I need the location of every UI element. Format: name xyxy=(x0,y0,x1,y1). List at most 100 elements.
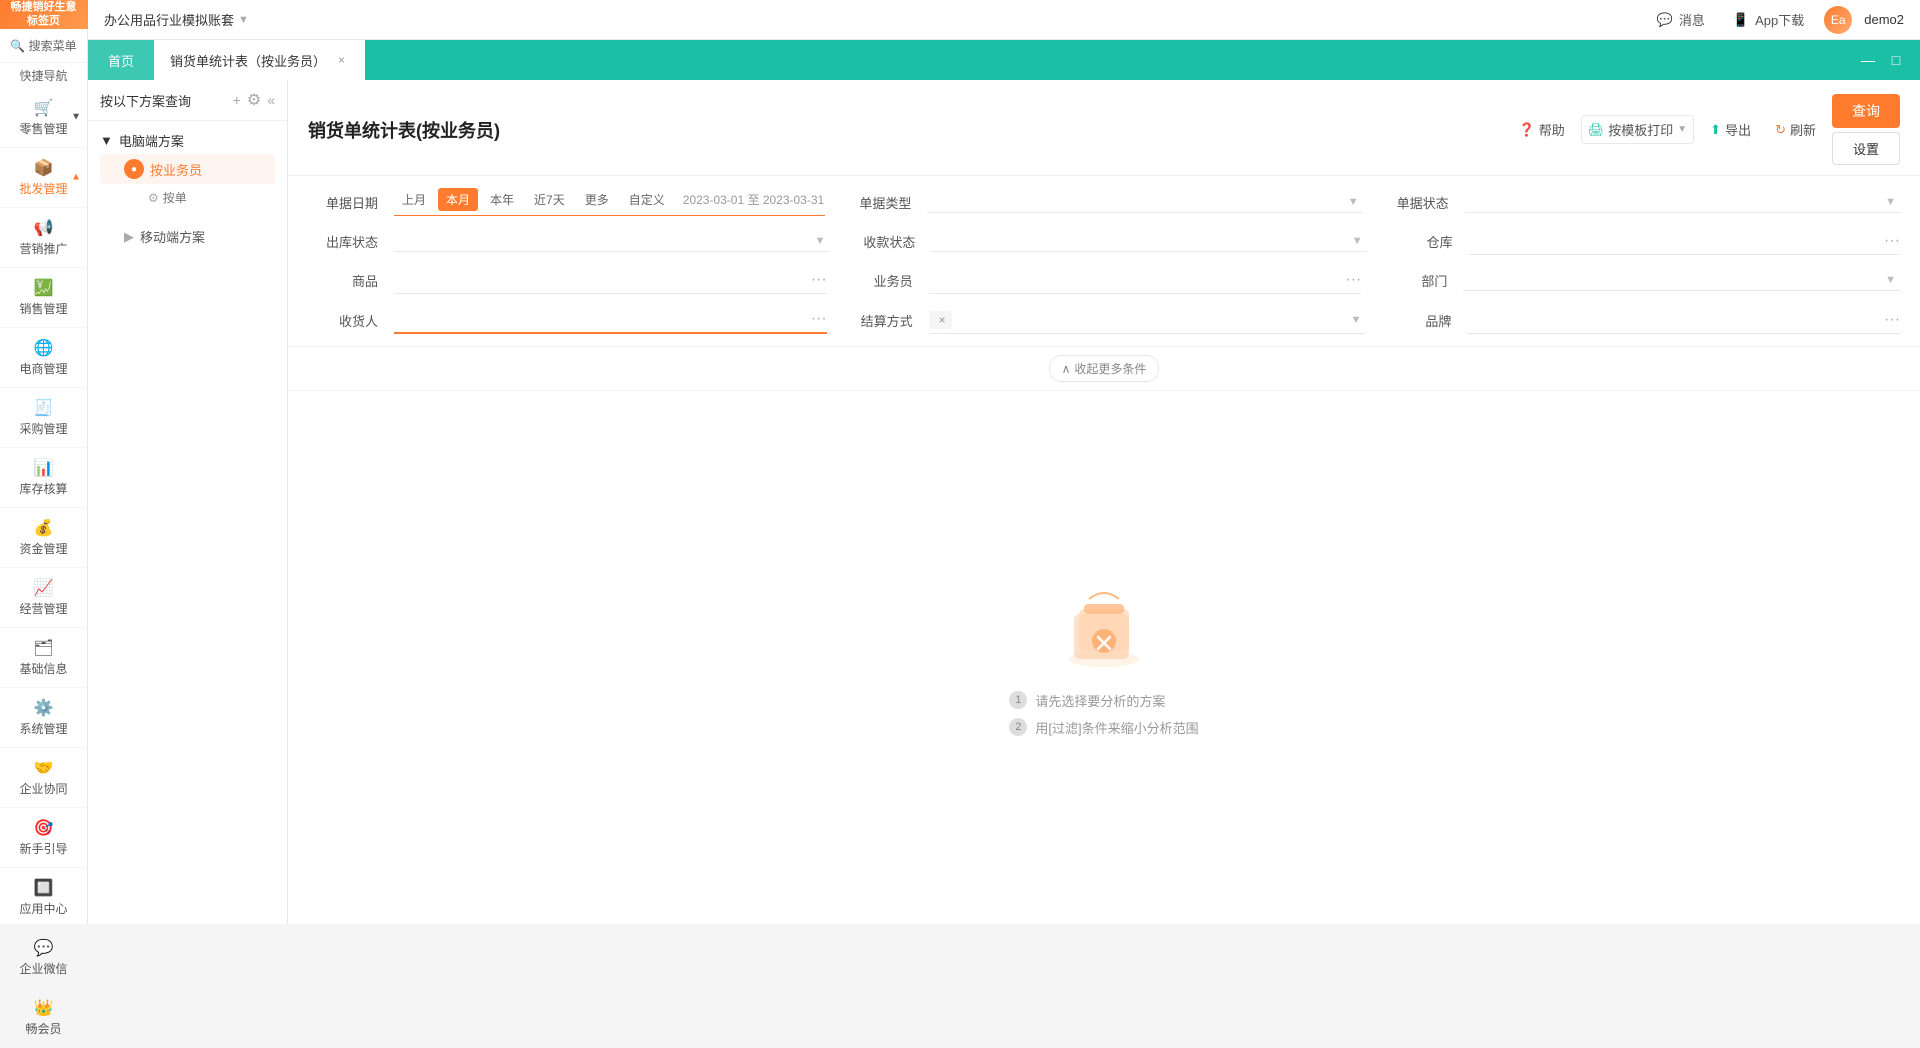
top-header: 办公用品行业模拟账套 ▼ 💬 消息 📱 App下载 Ea demo2 xyxy=(88,0,1920,40)
help-button[interactable]: ❓ 帮助 xyxy=(1511,116,1573,143)
date-label: 单据日期 xyxy=(308,193,378,212)
maximize-button[interactable]: □ xyxy=(1884,48,1908,72)
consignee-label: 收货人 xyxy=(308,311,378,330)
chevron-right-icon: ▶ xyxy=(124,229,134,245)
empty-state: 1 请先选择要分析的方案 2 用[过滤]条件来缩小分析范围 xyxy=(288,391,1920,924)
tab-home[interactable]: 首页 xyxy=(88,40,154,80)
doc-type-label: 单据类型 xyxy=(841,193,911,212)
collapse-button[interactable]: ∧ 收起更多条件 xyxy=(1049,355,1160,382)
date-tab-more[interactable]: 更多 xyxy=(577,188,617,211)
sidebar-item-apps[interactable]: 🔲 应用中心 xyxy=(0,868,87,928)
empty-illustration xyxy=(1054,579,1154,679)
print-button[interactable]: 🖨 按模板打印 ▼ xyxy=(1581,115,1694,144)
username-label[interactable]: demo2 xyxy=(1864,12,1904,27)
warehouse-dots[interactable]: ··· xyxy=(1884,232,1900,250)
collapse-panel-button[interactable]: « xyxy=(267,92,275,108)
print-dropdown-icon: ▼ xyxy=(1677,124,1687,135)
consignee-input: ··· xyxy=(394,306,827,334)
scheme-group-mobile-title[interactable]: ▶ 移动端方案 xyxy=(100,223,275,250)
salesperson-dots[interactable]: ··· xyxy=(1345,271,1361,289)
hint-num-2: 2 xyxy=(1009,718,1027,736)
department-select[interactable]: ▼ xyxy=(1463,270,1900,291)
sales-icon: 💹 xyxy=(34,278,54,298)
goods-input: ··· xyxy=(394,267,827,294)
filter-area: 单据日期 上月 本月 本年 近7天 更多 自定义 2023-03-01 至 20… xyxy=(288,176,1920,347)
wholesale-icon: 📦 xyxy=(34,158,54,178)
app-name[interactable]: 办公用品行业模拟账套 ▼ xyxy=(104,10,249,29)
chevron-down-icon: ▼ xyxy=(100,133,113,148)
sidebar-item-corp-wechat[interactable]: 💬 企业微信 xyxy=(0,928,87,988)
sidebar-item-purchase[interactable]: 🧾 采购管理 xyxy=(0,388,87,448)
export-icon: ⬆ xyxy=(1710,122,1721,138)
date-tab-this-month[interactable]: 本月 xyxy=(438,188,478,211)
ecommerce-icon: 🌐 xyxy=(34,338,54,358)
date-tab-custom[interactable]: 自定义 xyxy=(621,188,673,211)
scheme-item-by-order[interactable]: ⚙ 按单 xyxy=(100,184,275,211)
sidebar-item-member[interactable]: 👑 畅会员 xyxy=(0,988,87,1048)
scheme-group-desktop: ▼ 电脑端方案 ● 按业务员 ⚙ 按单 xyxy=(88,121,287,217)
sidebar-item-sales[interactable]: 💹 销售管理 xyxy=(0,268,87,328)
tab-active[interactable]: 销货单统计表（按业务员） × xyxy=(154,40,365,80)
refresh-button[interactable]: ↻ 刷新 xyxy=(1767,116,1824,143)
doc-type-select[interactable]: ▼ xyxy=(927,192,1362,213)
sidebar-item-operation[interactable]: 📈 经营管理 xyxy=(0,568,87,628)
basic-icon: 🗂 xyxy=(33,638,53,658)
edit-scheme-button[interactable]: ⚙ xyxy=(247,90,261,110)
scheme-item-by-salesperson[interactable]: ● 按业务员 xyxy=(100,154,275,184)
export-button[interactable]: ⬆ 导出 xyxy=(1702,116,1759,143)
sidebar-item-wholesale[interactable]: 📦 批发管理 ▲ xyxy=(0,148,87,208)
sidebar-item-basic[interactable]: 🗂 基础信息 xyxy=(0,628,87,688)
apps-icon: 🔲 xyxy=(34,878,54,898)
consignee-dots[interactable]: ··· xyxy=(811,310,827,328)
warehouse-input: ··· xyxy=(1469,228,1900,255)
app-download-button[interactable]: 📱 App下载 xyxy=(1725,6,1812,33)
sidebar-item-retail[interactable]: 🛒 零售管理 ▼ xyxy=(0,88,87,148)
salesperson-input: ··· xyxy=(929,267,1362,294)
collect-status-select[interactable]: ▼ xyxy=(931,231,1366,252)
date-tab-last-month[interactable]: 上月 xyxy=(394,188,434,211)
tab-close-button[interactable]: × xyxy=(334,51,349,69)
sidebar-item-system[interactable]: ⚙️ 系统管理 xyxy=(0,688,87,748)
brand-label: 品牌 xyxy=(1381,311,1451,330)
settlement-tag: × xyxy=(929,311,952,329)
empty-hint-2: 2 用[过滤]条件来缩小分析范围 xyxy=(1009,718,1198,737)
operation-icon: 📈 xyxy=(34,578,54,598)
sidebar-quick-nav[interactable]: 快捷导航 xyxy=(0,63,87,88)
sidebar-item-marketing[interactable]: 📢 营销推广 xyxy=(0,208,87,268)
scheme-group-desktop-title[interactable]: ▼ 电脑端方案 xyxy=(100,127,275,154)
download-icon: 📱 xyxy=(1733,12,1749,28)
collapse-row: ∧ 收起更多条件 xyxy=(288,347,1920,391)
add-scheme-button[interactable]: + xyxy=(233,92,241,108)
sidebar-item-finance[interactable]: 💰 资金管理 xyxy=(0,508,87,568)
sidebar-item-newbie[interactable]: 🎯 新手引导 xyxy=(0,808,87,868)
brand-dots[interactable]: ··· xyxy=(1884,311,1900,329)
page-title: 销货单统计表(按业务员) xyxy=(308,117,500,143)
doc-status-select[interactable]: ▼ xyxy=(1465,192,1900,213)
avatar[interactable]: Ea xyxy=(1824,6,1852,34)
help-icon: ❓ xyxy=(1519,122,1535,138)
out-status-label: 出库状态 xyxy=(308,232,378,251)
out-status-select[interactable]: ▼ xyxy=(394,231,829,252)
settlement-select[interactable]: × ▼ xyxy=(929,307,1366,334)
sidebar-search[interactable]: 🔍 搜索菜单 xyxy=(0,29,87,63)
department-label: 部门 xyxy=(1377,271,1447,290)
refresh-icon: ↻ xyxy=(1775,122,1786,138)
active-scheme-icon: ● xyxy=(124,159,144,179)
print-icon: 🖨 xyxy=(1588,122,1605,138)
sidebar-logo[interactable]: 畅捷销好生意 标签页 xyxy=(0,0,88,29)
settings-button[interactable]: 设置 xyxy=(1832,132,1900,165)
warehouse-label: 仓库 xyxy=(1383,232,1453,251)
goods-dots[interactable]: ··· xyxy=(811,271,827,289)
tab-bar: 首页 销货单统计表（按业务员） × — □ xyxy=(88,40,1920,80)
message-button[interactable]: 💬 消息 xyxy=(1649,6,1713,33)
date-tab-last7[interactable]: 近7天 xyxy=(526,188,573,211)
sidebar-item-enterprise[interactable]: 🤝 企业协同 xyxy=(0,748,87,808)
query-button[interactable]: 查询 xyxy=(1832,94,1900,128)
sidebar-logo-text: 畅捷销好生意 标签页 xyxy=(11,0,77,29)
settlement-clear-button[interactable]: × xyxy=(939,313,946,327)
sidebar-item-stock[interactable]: 📊 库存核算 xyxy=(0,448,87,508)
minimize-button[interactable]: — xyxy=(1856,48,1880,72)
hint-num-1: 1 xyxy=(1009,691,1027,709)
sidebar-item-ecommerce[interactable]: 🌐 电商管理 xyxy=(0,328,87,388)
date-tab-this-year[interactable]: 本年 xyxy=(482,188,522,211)
